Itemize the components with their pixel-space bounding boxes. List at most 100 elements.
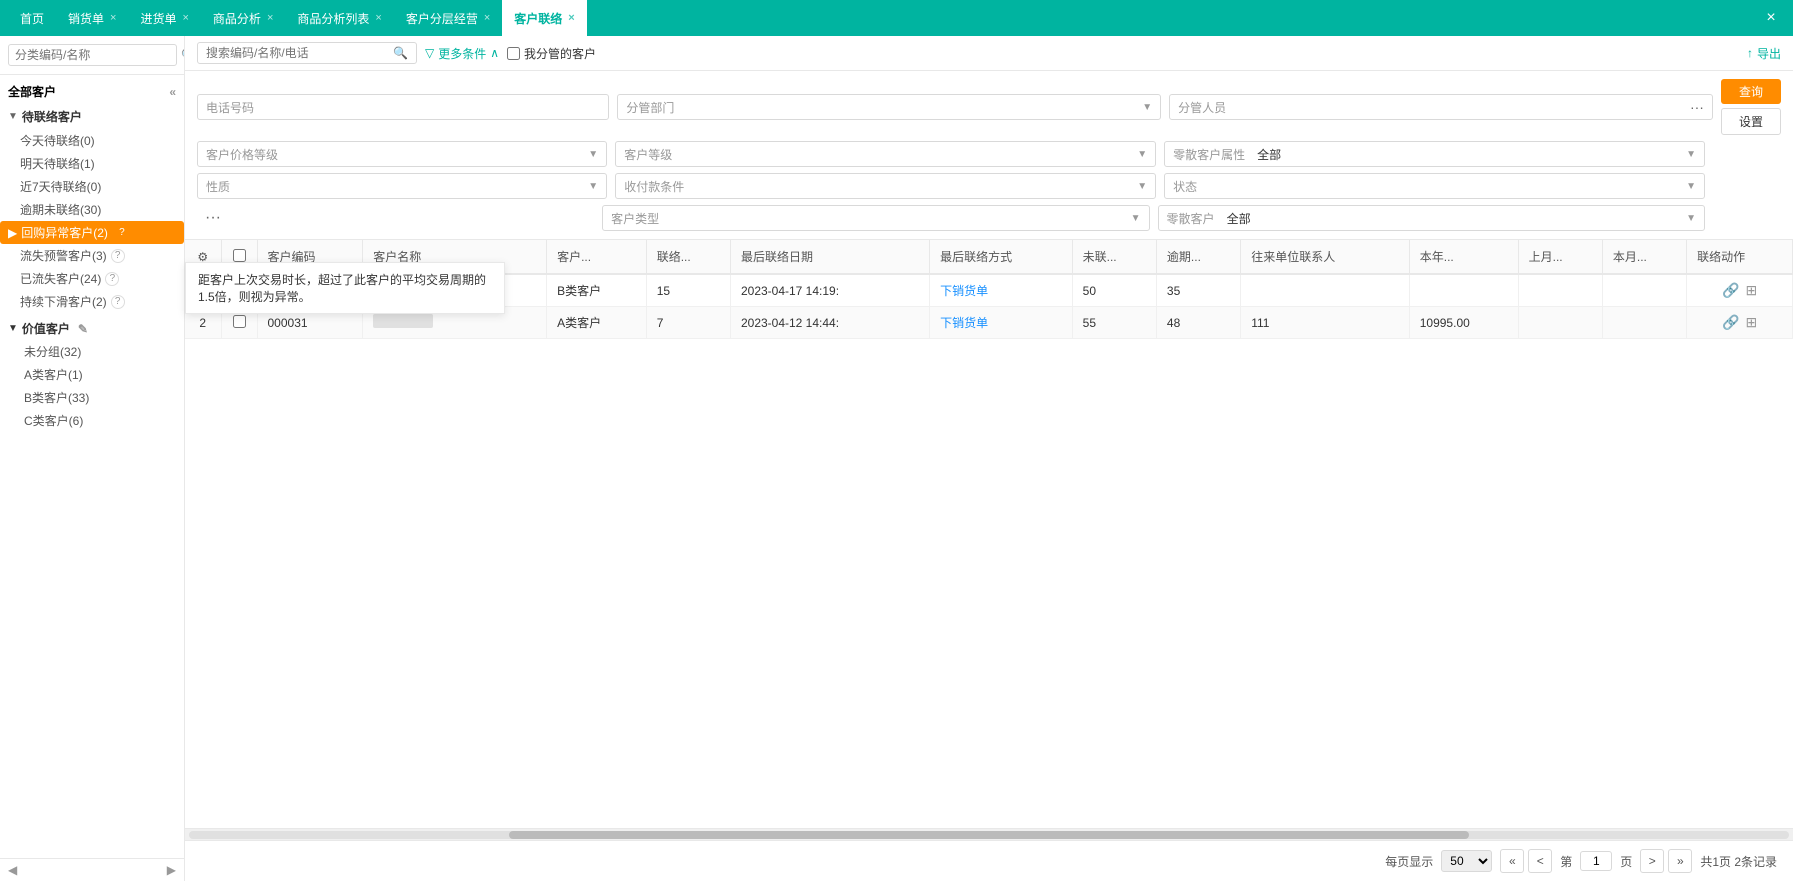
class-c-label: C类客户(6) [24, 414, 83, 428]
first-page-button[interactable]: « [1500, 849, 1524, 873]
section-value-customer[interactable]: ▼ 价值客户 ✎ [0, 317, 184, 340]
customer-tier-arrow[interactable]: ▼ [1137, 149, 1147, 160]
row2-contact-person: 111 [1241, 307, 1410, 339]
manager-ellipsis-icon[interactable]: ··· [1690, 99, 1704, 115]
declining-help-icon[interactable]: ? [111, 295, 125, 309]
sidebar-item-churned[interactable]: 已流失客户(24) ? [0, 267, 184, 290]
nav-product-analysis-close[interactable]: × [267, 12, 273, 24]
col-uncontacted-label: 未联... [1083, 250, 1117, 264]
sidebar-search-input[interactable] [8, 44, 177, 66]
nav-home[interactable]: 首页 [8, 0, 56, 36]
row2-customer-type-val: A类客户 [557, 316, 601, 330]
status-arrow[interactable]: ▼ [1686, 181, 1696, 192]
nature-arrow[interactable]: ▼ [588, 181, 598, 192]
row2-select-checkbox[interactable] [233, 315, 246, 328]
row2-last-contact-method-val[interactable]: 下销货单 [940, 316, 988, 330]
page-number-input[interactable] [1580, 851, 1612, 871]
per-page-select[interactable]: 50 100 200 [1441, 850, 1492, 872]
more-conditions-button[interactable]: ▽ 更多条件 ∧ [425, 45, 499, 62]
scatter-customer-filter[interactable]: 零散客户 全部 ▼ [1158, 205, 1705, 231]
nav-product-analysis-list-close[interactable]: × [375, 12, 381, 24]
nav-purchase[interactable]: 进货单 × [128, 0, 200, 36]
customer-type-filter[interactable]: 客户类型 ▼ [602, 205, 1149, 231]
search-input-wrapper: 🔍 [197, 42, 417, 64]
row2-last-month [1518, 307, 1602, 339]
churn-warning-help-icon[interactable]: ? [111, 249, 125, 263]
scatter-attr-filter[interactable]: 零散客户属性 全部 ▼ [1164, 141, 1705, 167]
last-page-button[interactable]: » [1668, 849, 1692, 873]
nature-filter[interactable]: 性质 ▼ [197, 173, 607, 199]
payment-filter[interactable]: 收付款条件 ▼ [615, 173, 1156, 199]
sidebar-item-class-a[interactable]: A类客户(1) [0, 363, 184, 386]
nav-purchase-close[interactable]: × [182, 12, 188, 24]
row2-more-icon[interactable]: ⊞ [1745, 314, 1757, 331]
nav-product-analysis[interactable]: 商品分析 × [201, 0, 285, 36]
nav-sales[interactable]: 销货单 × [56, 0, 128, 36]
nav-sales-label: 销货单 [68, 10, 104, 27]
sidebar: 🔍 全部客户 « ▼ 待联络客户 今天待联络(0) 明天待联络(1) 近7天待联… [0, 36, 185, 881]
query-button[interactable]: 查询 [1721, 79, 1781, 104]
scatter-customer-label: 零散客户 [1167, 210, 1215, 227]
horizontal-scrollbar[interactable] [185, 828, 1793, 840]
row2-overdue-val: 48 [1167, 316, 1180, 330]
dept-filter[interactable]: 分管部门 ▼ [617, 94, 1161, 120]
sidebar-item-overdue[interactable]: 逾期未联络(30) [0, 198, 184, 221]
customer-tier-filter[interactable]: 客户等级 ▼ [615, 141, 1156, 167]
row1-overdue-val: 35 [1167, 284, 1180, 298]
row1-contact-count: 15 [646, 274, 730, 307]
payment-arrow[interactable]: ▼ [1137, 181, 1147, 192]
row2-contact-icon[interactable]: 🔗 [1722, 314, 1739, 331]
nav-customer-tier-label: 客户分层经营 [406, 10, 478, 27]
sidebar-item-tomorrow[interactable]: 明天待联络(1) [0, 152, 184, 175]
sidebar-item-repurchase-anomaly[interactable]: ▶ 回购异常客户(2) ? [0, 221, 184, 244]
nav-customer-contact[interactable]: 客户联络 × [502, 0, 586, 36]
search-input[interactable] [206, 46, 393, 60]
sidebar-item-declining[interactable]: 持续下滑客户(2) ? [0, 290, 184, 313]
nav-customer-tier[interactable]: 客户分层经营 × [394, 0, 502, 36]
value-customer-arrow: ▼ [8, 323, 18, 334]
row4-ellipsis[interactable]: ··· [197, 209, 229, 227]
scrollbar-track[interactable] [189, 831, 1789, 839]
row1-more-icon[interactable]: ⊞ [1745, 282, 1757, 299]
sidebar-item-class-c[interactable]: C类客户(6) [0, 409, 184, 432]
my-customer-checkbox-label[interactable]: 我分管的客户 [507, 45, 596, 62]
sidebar-right-arrow[interactable]: ▶ [167, 863, 176, 877]
sidebar-left-arrow[interactable]: ◀ [8, 863, 17, 877]
sidebar-item-today[interactable]: 今天待联络(0) [0, 129, 184, 152]
scatter-attr-arrow[interactable]: ▼ [1686, 149, 1696, 160]
nav-product-analysis-list[interactable]: 商品分析列表 × [285, 0, 393, 36]
export-button[interactable]: ↑ 导出 [1747, 45, 1781, 62]
nav-customer-tier-close[interactable]: × [484, 12, 490, 24]
price-tier-arrow[interactable]: ▼ [588, 149, 598, 160]
search-icon[interactable]: 🔍 [393, 46, 408, 60]
row1-contact-icon[interactable]: 🔗 [1722, 282, 1739, 299]
next-page-button[interactable]: > [1640, 849, 1664, 873]
prev-page-button[interactable]: < [1528, 849, 1552, 873]
sidebar-item-ungroup[interactable]: 未分组(32) [0, 340, 184, 363]
select-all-checkbox[interactable] [233, 249, 246, 262]
churned-help-icon[interactable]: ? [105, 272, 119, 286]
repurchase-help-icon[interactable]: ? [114, 225, 130, 241]
tooltip-box: 距客户上次交易时长，超过了此客户的平均交易周期的1.5倍，则视为异常。 [185, 262, 505, 314]
sidebar-item-churn-warning[interactable]: 流失预警客户(3) ? [0, 244, 184, 267]
7days-contact-label: 近7天待联络(0) [20, 178, 101, 195]
my-customer-checkbox[interactable] [507, 47, 520, 60]
dept-dropdown-arrow[interactable]: ▼ [1142, 102, 1152, 113]
row1-contact-count-val: 15 [657, 284, 670, 298]
row1-last-contact-method-val[interactable]: 下销货单 [940, 284, 988, 298]
price-tier-filter[interactable]: 客户价格等级 ▼ [197, 141, 607, 167]
status-filter[interactable]: 状态 ▼ [1164, 173, 1705, 199]
scrollbar-thumb[interactable] [509, 831, 1469, 839]
nav-sales-close[interactable]: × [110, 12, 116, 24]
nav-customer-contact-close[interactable]: × [568, 12, 574, 24]
sidebar-item-7days[interactable]: 近7天待联络(0) [0, 175, 184, 198]
section-pending-contact[interactable]: ▼ 待联络客户 [0, 104, 184, 129]
price-tier-label: 客户价格等级 [206, 146, 278, 163]
settings-button[interactable]: 设置 [1721, 108, 1781, 135]
value-customer-edit-icon[interactable]: ✎ [78, 322, 88, 336]
window-close-button[interactable]: × [1757, 4, 1785, 32]
sidebar-item-class-b[interactable]: B类客户(33) [0, 386, 184, 409]
customer-type-arrow[interactable]: ▼ [1131, 213, 1141, 224]
scatter-customer-arrow[interactable]: ▼ [1686, 213, 1696, 224]
sidebar-collapse-icon[interactable]: « [169, 85, 176, 99]
